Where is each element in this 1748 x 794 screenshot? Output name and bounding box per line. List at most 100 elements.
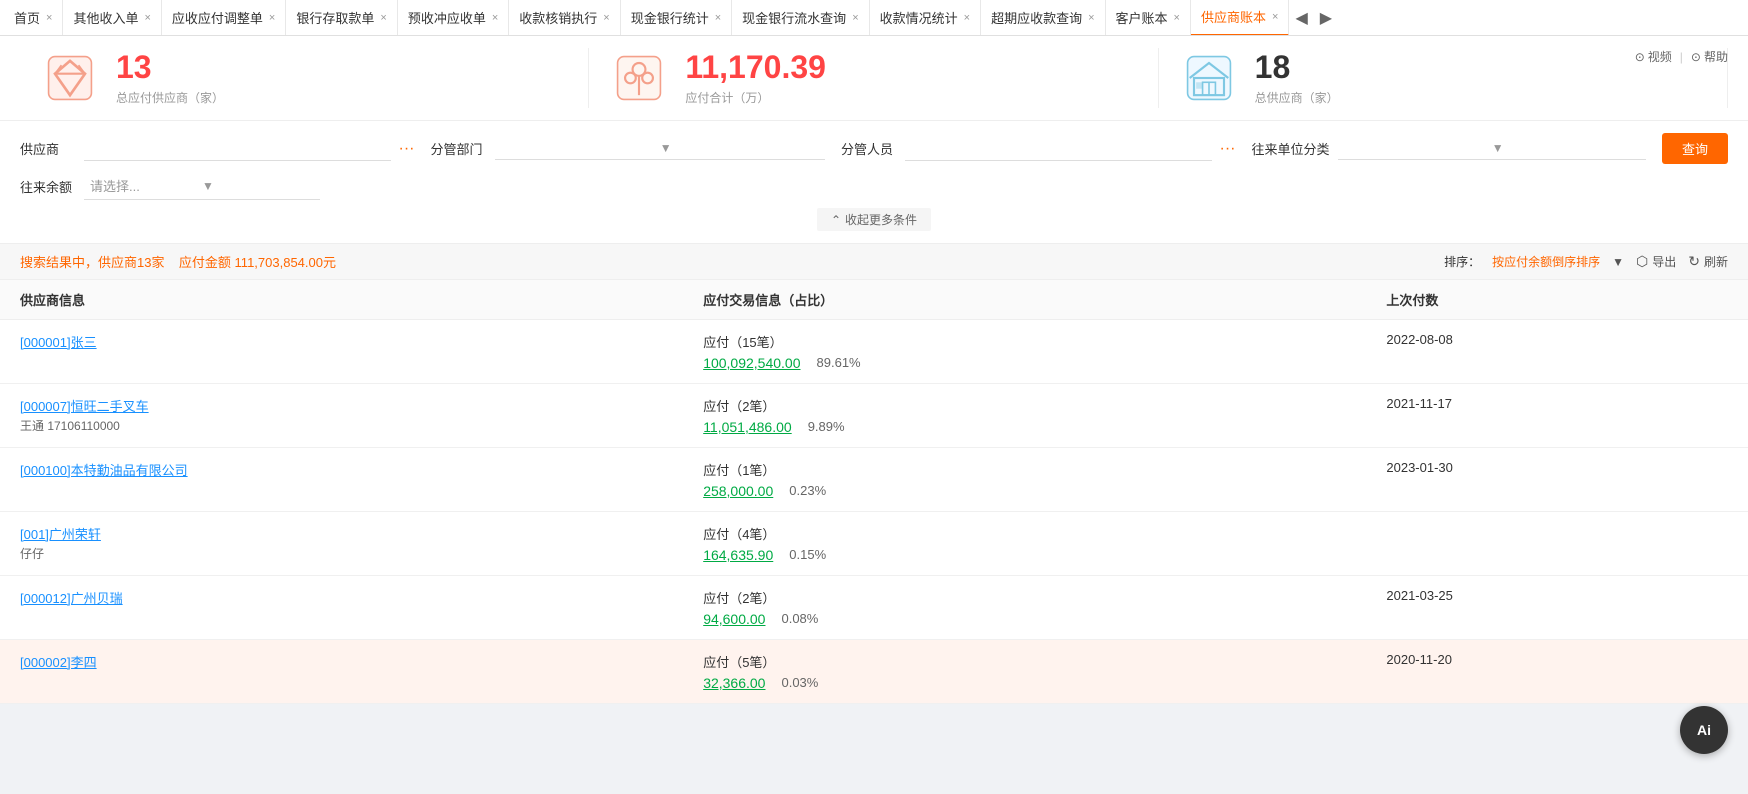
link-sep: | [1680, 50, 1683, 64]
result-info: 搜索结果中，供应商13家 应付金额 111,703,854.00元 [20, 252, 336, 271]
supplier-link-1[interactable]: [000001]张三 [20, 332, 703, 351]
supplier-input[interactable] [84, 137, 391, 161]
nav-tab-supplier-close[interactable]: × [1272, 11, 1278, 23]
filter-person: 分管人员 ··· [841, 137, 1236, 161]
tx-amount-5[interactable]: 94,600.00 [703, 611, 765, 627]
nav-tab-bank[interactable]: 银行存取款单 × [286, 0, 397, 36]
supplier-link-4[interactable]: [001]广州荣轩 [20, 524, 703, 543]
filter-balance: 往来余额 请选择... ▼ [20, 172, 320, 200]
export-button[interactable]: ⬡ 导出 [1636, 253, 1676, 270]
person-ellipsis-btn[interactable]: ··· [1220, 140, 1236, 158]
tx-amount-2[interactable]: 11,051,486.00 [703, 419, 792, 435]
nav-tab-advance-close[interactable]: × [492, 12, 498, 24]
col-header-lastpay: 上次付数 [1386, 290, 1728, 309]
category-select[interactable]: ▼ [1338, 137, 1646, 160]
last-pay-6: 2020-11-20 [1386, 652, 1452, 667]
ai-button[interactable]: Ai [1680, 706, 1728, 754]
tx-amount-3[interactable]: 258,000.00 [703, 483, 773, 499]
nav-tab-collect-close[interactable]: × [603, 12, 609, 24]
nav-arrow-right[interactable]: ▶ [1314, 8, 1338, 28]
supplier-label: 供应商 [20, 139, 76, 158]
nav-tab-supplier-label: 供应商账本 [1201, 7, 1266, 26]
nav-tab-cash-flow-label: 现金银行流水查询 [742, 8, 846, 27]
summary-bar: 13 总应付供应商（家） 11,170.39 应付合计（万） [0, 36, 1748, 121]
total-suppliers-icon [1179, 48, 1239, 108]
lastpay-cell-1: 2022-08-08 [1386, 332, 1728, 347]
dept-select[interactable]: ▼ [495, 137, 826, 160]
nav-tab-adjust[interactable]: 应收应付调整单 × [162, 0, 286, 36]
last-pay-2: 2021-11-17 [1386, 396, 1452, 411]
supplier-cell-1: [000001]张三 [20, 332, 703, 351]
query-button[interactable]: 查询 [1662, 133, 1728, 164]
nav-tab-advance-label: 预收冲应收单 [408, 8, 486, 27]
payable-amount-num: 11,170.39 [685, 50, 1137, 85]
tx-amount-6[interactable]: 32,366.00 [703, 675, 765, 691]
nav-tab-overdue[interactable]: 超期应收款查询 × [981, 0, 1105, 36]
nav-tab-other-income-close[interactable]: × [144, 12, 150, 24]
tx-amount-1[interactable]: 100,092,540.00 [703, 355, 800, 371]
tx-percent-6: 0.03% [781, 675, 818, 690]
lastpay-cell-5: 2021-03-25 [1386, 588, 1728, 603]
nav-tab-advance[interactable]: 预收冲应收单 × [398, 0, 509, 36]
nav-tab-supplier[interactable]: 供应商账本 × [1191, 0, 1289, 36]
last-pay-1: 2022-08-08 [1386, 332, 1453, 347]
nav-tab-cash-stat-label: 现金银行统计 [631, 8, 709, 27]
supplier-link-2[interactable]: [000007]恒旺二手叉车 [20, 396, 703, 415]
nav-tab-other-income-label: 其他收入单 [73, 8, 138, 27]
person-input[interactable] [905, 137, 1212, 161]
balance-label: 往来余额 [20, 177, 76, 196]
supplier-link-5[interactable]: [000012]广州贝瑞 [20, 588, 703, 607]
nav-tab-other-income[interactable]: 其他收入单 × [63, 0, 161, 36]
help-link[interactable]: ⊙ 帮助 [1691, 48, 1728, 65]
nav-tab-cash-stat-close[interactable]: × [715, 12, 721, 24]
refresh-button[interactable]: ↻ 刷新 [1688, 253, 1728, 270]
nav-tab-overdue-close[interactable]: × [1088, 12, 1094, 24]
tx-cell-2: 应付（2笔） 11,051,486.00 9.89% [703, 396, 1386, 435]
supplier-link-6[interactable]: [000002]李四 [20, 652, 703, 671]
nav-tab-home[interactable]: 首页 × [4, 0, 63, 36]
table-row: [000012]广州贝瑞 应付（2笔） 94,600.00 0.08% 2021… [0, 576, 1748, 640]
category-select-arrow: ▼ [1492, 141, 1640, 155]
nav-tab-home-close[interactable]: × [46, 12, 52, 24]
tx-label-5: 应付（2笔） [703, 588, 1386, 607]
tx-row-2: 11,051,486.00 9.89% [703, 417, 1386, 435]
tx-cell-5: 应付（2笔） 94,600.00 0.08% [703, 588, 1386, 627]
supplier-cell-6: [000002]李四 [20, 652, 703, 671]
sort-arrow-icon: ▼ [1612, 255, 1624, 269]
refresh-icon: ↻ [1688, 253, 1700, 270]
nav-tab-cash-flow-close[interactable]: × [852, 12, 858, 24]
nav-tab-customer[interactable]: 客户账本 × [1106, 0, 1191, 36]
payable-suppliers-num: 13 [116, 50, 568, 85]
tx-row-3: 258,000.00 0.23% [703, 481, 1386, 499]
video-link[interactable]: ⊙ 视频 [1635, 48, 1672, 65]
supplier-sub-2: 王通 17106110000 [20, 417, 703, 434]
balance-select[interactable]: 请选择... ▼ [84, 172, 320, 200]
nav-tab-collect[interactable]: 收款核销执行 × [509, 0, 620, 36]
nav-arrow-left[interactable]: ◀ [1289, 8, 1313, 28]
supplier-ellipsis-btn[interactable]: ··· [399, 140, 415, 158]
nav-tab-collect-stat[interactable]: 收款情况统计 × [870, 0, 981, 36]
total-suppliers-label: 总供应商（家） [1255, 89, 1707, 106]
last-pay-3: 2023-01-30 [1386, 460, 1453, 475]
filter-row-1: 供应商 ··· 分管部门 ▼ 分管人员 ··· 往来单位分类 ▼ 查询 [20, 133, 1728, 164]
tx-label-2: 应付（2笔） [703, 396, 1386, 415]
collapse-chevron-icon: ⌃ [831, 213, 841, 227]
nav-tab-customer-close[interactable]: × [1174, 12, 1180, 24]
sort-value[interactable]: 按应付余额倒序排序 [1492, 253, 1600, 270]
collapse-btn[interactable]: ⌃ 收起更多条件 [817, 208, 931, 231]
nav-tab-adjust-close[interactable]: × [269, 12, 275, 24]
supplier-link-3[interactable]: [000100]本特勤油品有限公司 [20, 460, 703, 479]
tx-label-1: 应付（15笔） [703, 332, 1386, 351]
nav-tab-adjust-label: 应收应付调整单 [172, 8, 263, 27]
nav-tab-collect-stat-close[interactable]: × [964, 12, 970, 24]
nav-tab-cash-stat[interactable]: 现金银行统计 × [621, 0, 732, 36]
table-row: [000100]本特勤油品有限公司 应付（1笔） 258,000.00 0.23… [0, 448, 1748, 512]
result-supplier-count: 搜索结果中，供应商13家 [20, 255, 164, 270]
supplier-cell-4: [001]广州荣轩 仔仔 [20, 524, 703, 562]
tx-amount-4[interactable]: 164,635.90 [703, 547, 773, 563]
result-actions: 排序： 按应付余额倒序排序 ▼ ⬡ 导出 ↻ 刷新 [1444, 253, 1728, 270]
nav-tab-bank-close[interactable]: × [380, 12, 386, 24]
balance-select-value: 请选择... [90, 176, 202, 195]
payable-amount-text: 11,170.39 应付合计（万） [685, 50, 1137, 106]
nav-tab-cash-flow[interactable]: 现金银行流水查询 × [732, 0, 869, 36]
